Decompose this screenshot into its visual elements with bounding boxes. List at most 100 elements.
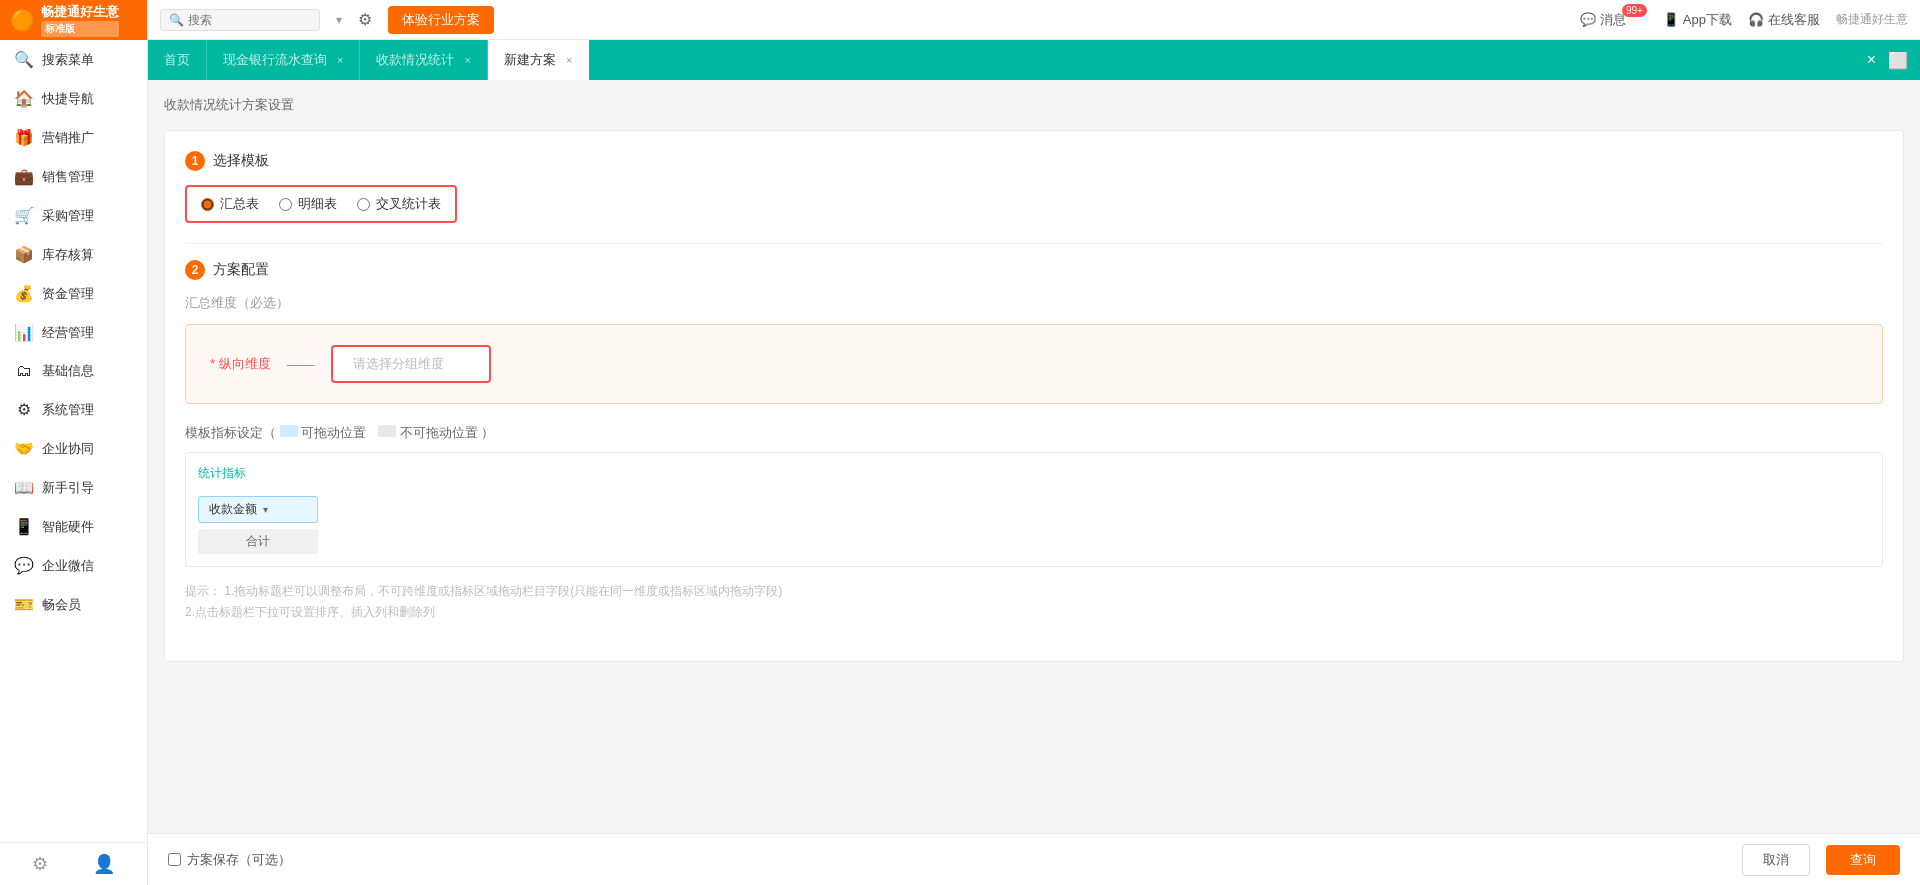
sidebar-item-finance[interactable]: 💰 资金管理 <box>0 274 147 313</box>
sidebar-item-label: 营销推广 <box>42 129 94 147</box>
vertical-dimension-row: * 纵向维度 —— 请选择分组维度 <box>210 345 1858 383</box>
save-checkbox-input[interactable] <box>168 853 181 866</box>
template-selection: 汇总表 明细表 交叉统计表 <box>185 185 457 223</box>
vertical-label: * 纵向维度 <box>210 355 271 373</box>
metrics-header-text: 模板指标设定（ 可拖动位置 不可拖动位置 ） <box>185 425 494 440</box>
tab-collection-stat-close[interactable]: × <box>464 54 470 66</box>
ticket-icon: 🎫 <box>14 595 34 614</box>
sidebar-item-corp[interactable]: 🤝 企业协同 <box>0 429 147 468</box>
stats-label: 统计指标 <box>198 465 1870 482</box>
sidebar-item-weichat[interactable]: 💬 企业微信 <box>0 546 147 585</box>
radio-detail[interactable]: 明细表 <box>279 195 337 213</box>
sidebar-item-guide[interactable]: 📖 新手引导 <box>0 468 147 507</box>
tab-collection-stat[interactable]: 收款情况统计 × <box>360 40 487 80</box>
chevron-down-icon: ▾ <box>263 504 268 515</box>
search-icon: 🔍 <box>169 13 184 27</box>
sidebar-item-label: 基础信息 <box>42 362 94 380</box>
chat-icon: 💬 <box>14 556 34 575</box>
sidebar-item-search[interactable]: 🔍 搜索菜单 <box>0 40 147 79</box>
step2-title: 方案配置 <box>213 261 269 279</box>
radio-summary-input[interactable] <box>201 198 214 211</box>
settings-bottom-icon[interactable]: ⚙ <box>32 853 48 875</box>
dimension-selector[interactable]: 请选择分组维度 <box>331 345 491 383</box>
save-label: 方案保存（可选） <box>187 851 291 869</box>
sidebar-item-quick-nav[interactable]: 🏠 快捷导航 <box>0 79 147 118</box>
maximize-icon[interactable]: ⬜ <box>1888 51 1908 70</box>
undraggable-badge <box>378 425 396 437</box>
sidebar-item-label: 新手引导 <box>42 479 94 497</box>
trial-button[interactable]: 体验行业方案 <box>388 6 494 34</box>
sidebar-item-system[interactable]: ⚙ 系统管理 <box>0 390 147 429</box>
sidebar-item-label: 资金管理 <box>42 285 94 303</box>
sidebar: 🟠 畅捷通好生意 标准版 🔍 搜索菜单 🏠 快捷导航 🎁 营销推广 💼 销售管理… <box>0 0 148 885</box>
messages-item[interactable]: 💬 消息 99+ <box>1580 11 1647 29</box>
sidebar-bottom: ⚙ 👤 <box>0 842 147 885</box>
version-badge: 标准版 <box>41 21 119 37</box>
main-area: 🔍 ▾ ⚙ 体验行业方案 💬 消息 99+ 📱 App下载 🎧 在线客服 畅捷通… <box>148 0 1920 885</box>
sidebar-item-label: 智能硬件 <box>42 518 94 536</box>
draggable-label: 可拖动位置 <box>301 425 366 440</box>
dimension-placeholder: 请选择分组维度 <box>353 356 444 371</box>
chart-icon: 📊 <box>14 323 34 342</box>
sidebar-item-operation[interactable]: 📊 经营管理 <box>0 313 147 352</box>
sidebar-item-base[interactable]: 🗂 基础信息 <box>0 352 147 390</box>
gift-icon: 🎁 <box>14 128 34 147</box>
sidebar-item-purchase[interactable]: 🛒 采购管理 <box>0 196 147 235</box>
radio-summary[interactable]: 汇总表 <box>201 195 259 213</box>
query-button[interactable]: 查询 <box>1826 845 1900 875</box>
tab-controls: × ⬜ <box>1855 40 1920 80</box>
step2-header: 2 方案配置 <box>185 260 1883 280</box>
app-download-label: App下载 <box>1683 11 1732 29</box>
close-window-icon[interactable]: × <box>1867 51 1876 69</box>
radio-cross-input[interactable] <box>357 198 370 211</box>
step1-badge: 1 <box>185 151 205 171</box>
tab-home[interactable]: 首页 <box>148 40 207 80</box>
search-icon: 🔍 <box>14 50 34 69</box>
message-icon: 💬 <box>1580 12 1596 27</box>
box-icon: 📦 <box>14 245 34 264</box>
tip-2: 2.点击标题栏下拉可设置排序、插入列和删除列 <box>185 604 1883 621</box>
tab-new-plan-label: 新建方案 <box>504 51 556 69</box>
sidebar-item-marketing[interactable]: 🎁 营销推广 <box>0 118 147 157</box>
save-checkbox[interactable]: 方案保存（可选） <box>168 851 291 869</box>
tab-bank-flow-close[interactable]: × <box>337 54 343 66</box>
metric-tag-amount[interactable]: 收款金额 ▾ <box>198 496 318 523</box>
radio-cross-label: 交叉统计表 <box>376 195 441 213</box>
tab-bank-flow[interactable]: 现金银行流水查询 × <box>207 40 360 80</box>
sidebar-item-hardware[interactable]: 📱 智能硬件 <box>0 507 147 546</box>
online-support-item[interactable]: 🎧 在线客服 <box>1748 11 1820 29</box>
headset-icon: 🎧 <box>1748 12 1764 27</box>
money-icon: 💰 <box>14 284 34 303</box>
step1-header: 1 选择模板 <box>185 151 1883 171</box>
cart-icon: 🛒 <box>14 206 34 225</box>
tab-new-plan[interactable]: 新建方案 × <box>488 40 589 80</box>
sidebar-item-member[interactable]: 🎫 畅会员 <box>0 585 147 624</box>
metric-total-label: 合计 <box>246 534 270 548</box>
search-box[interactable]: 🔍 <box>160 9 320 31</box>
cancel-button[interactable]: 取消 <box>1742 844 1810 876</box>
sidebar-item-inventory[interactable]: 📦 库存核算 <box>0 235 147 274</box>
radio-detail-input[interactable] <box>279 198 292 211</box>
radio-cross[interactable]: 交叉统计表 <box>357 195 441 213</box>
metrics-section: 模板指标设定（ 可拖动位置 不可拖动位置 ） 统计指标 <box>185 424 1883 621</box>
search-input[interactable] <box>188 13 308 27</box>
metric-subtag-total: 合计 <box>198 529 318 554</box>
chevron-down-icon[interactable]: ▾ <box>336 13 342 27</box>
gear-icon: ⚙ <box>14 400 34 419</box>
tab-collection-stat-label: 收款情况统计 <box>376 51 454 69</box>
settings-icon[interactable]: ⚙ <box>358 10 372 29</box>
breadcrumb: 收款情况统计方案设置 <box>164 96 1904 114</box>
sidebar-item-label: 企业微信 <box>42 557 94 575</box>
user-bottom-icon[interactable]: 👤 <box>93 853 115 875</box>
draggable-badge <box>280 425 298 437</box>
message-badge: 99+ <box>1622 4 1647 17</box>
sidebar-item-sales[interactable]: 💼 销售管理 <box>0 157 147 196</box>
sidebar-item-label: 销售管理 <box>42 168 94 186</box>
radio-detail-label: 明细表 <box>298 195 337 213</box>
sidebar-item-label: 快捷导航 <box>42 90 94 108</box>
sidebar-item-label: 经营管理 <box>42 324 94 342</box>
tabbar: 首页 现金银行流水查询 × 收款情况统计 × 新建方案 × × ⬜ <box>148 40 1920 80</box>
tab-new-plan-close[interactable]: × <box>566 54 572 66</box>
app-download-item[interactable]: 📱 App下载 <box>1663 11 1732 29</box>
dimension-area: * 纵向维度 —— 请选择分组维度 <box>185 324 1883 404</box>
